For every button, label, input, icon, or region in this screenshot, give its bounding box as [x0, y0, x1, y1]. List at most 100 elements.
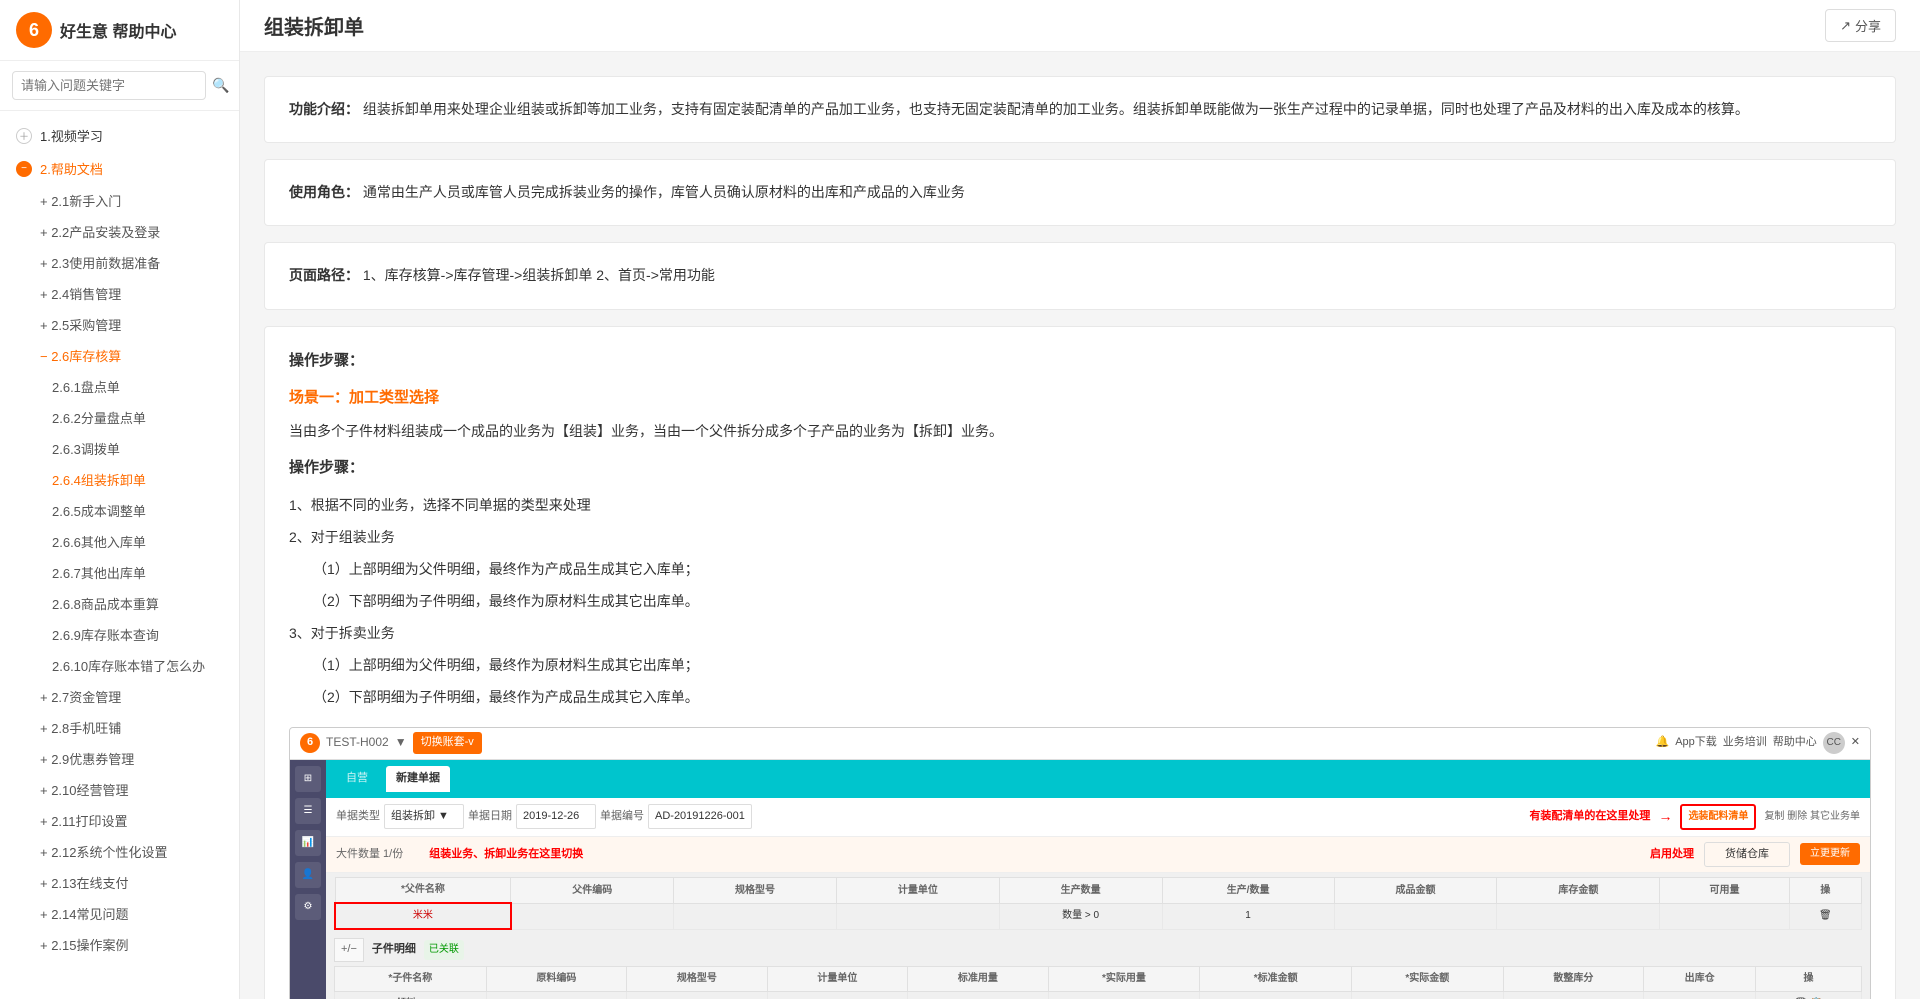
ss-training: 业务培训	[1723, 733, 1767, 753]
ss-help: 帮助中心	[1773, 733, 1817, 753]
sidebar-item-211[interactable]: + 2.11打印设置	[0, 805, 239, 836]
search-box: 🔍	[0, 61, 239, 111]
ss-cell-qty: 数量 > 0	[999, 903, 1162, 929]
ss-logo: 6	[300, 733, 320, 753]
sidebar-item-215[interactable]: + 2.15操作案例	[0, 929, 239, 960]
ss-upper-table-area: *父件名称 父件编码 规格型号 计量单位 生产数量 生产/数量 成品金额 库存金…	[326, 873, 1870, 934]
ss-icon-bell: 🔔	[1656, 733, 1670, 753]
sidebar-item-268[interactable]: 2.6.8商品成本重算	[52, 588, 239, 619]
ss-lower-header: +/− 子件明细 已关联	[334, 938, 1862, 962]
ss-confirm-btn: 立更更新	[1800, 843, 1860, 865]
ss-action-icons: 复制 删除 其它业务单	[1764, 808, 1860, 826]
ss-app-download: App下载	[1675, 733, 1717, 753]
sidebar-item-video[interactable]: ＋ 1.视频学习	[0, 119, 239, 152]
step3-2: （2）下部明细为子件明细，最终作为产成品生成其它入库单。	[289, 683, 1871, 711]
sidebar-item-24[interactable]: + 2.4销售管理	[0, 278, 239, 309]
ss-nav-home: ⊞	[295, 766, 321, 792]
sidebar-item-docs[interactable]: − 2.帮助文档	[0, 152, 239, 185]
sidebar-item-267[interactable]: 2.6.7其他出库单	[52, 557, 239, 588]
ss-cell-name: 米米	[335, 903, 511, 929]
role-card: 使用角色： 通常由生产人员或库管人员完成拆装业务的操作，库管人员确认原材料的出库…	[264, 159, 1896, 226]
sidebar-item-label: − 2.6库存核算	[40, 349, 121, 364]
intro-text: 组装拆卸单用来处理企业组装或拆卸等加工业务，支持有固定装配清单的产品加工业务，也…	[363, 101, 1749, 117]
sidebar-item-29[interactable]: + 2.9优惠券管理	[0, 743, 239, 774]
sidebar-item-214[interactable]: + 2.14常见问题	[0, 898, 239, 929]
sidebar-item-22[interactable]: + 2.2产品安装及登录	[0, 216, 239, 247]
ss-lc-4	[908, 992, 1048, 999]
path-card: 页面路径： 1、库存核算->库存管理->组装拆卸单 2、首页->常用功能	[264, 242, 1896, 309]
ss-lth-9: 出库仓	[1644, 967, 1756, 992]
ss-lth-5: *实际用量	[1048, 967, 1200, 992]
sidebar-item-213[interactable]: + 2.13在线支付	[0, 867, 239, 898]
sidebar-item-262[interactable]: 2.6.2分量盘点单	[52, 402, 239, 433]
ss-lower-row-1: 领料 1	[335, 992, 1862, 999]
ss-orange-btn: 切换账套-v	[413, 732, 482, 754]
ss-type-label: 单据类型	[336, 807, 380, 827]
main-area: 组装拆卸单 ↗ 分享 功能介绍： 组装拆卸单用来处理企业组装或拆卸等加工业务，支…	[240, 0, 1920, 999]
sidebar-item-261[interactable]: 2.6.1盘点单	[52, 371, 239, 402]
ss-main-area: 自营 新建单据 单据类型 组装拆卸 ▼ 单据日期 2019-12-26 单据编号…	[326, 760, 1870, 999]
ss-date-value: 2019-12-26	[516, 804, 596, 830]
ss-lc-3	[767, 992, 907, 999]
step1: 1、根据不同的业务，选择不同单据的类型来处理	[289, 491, 1871, 519]
ss-th-2: 规格型号	[674, 878, 837, 904]
ss-lc-op: 🗑 📋	[1755, 992, 1861, 999]
role-text: 通常由生产人员或库管人员完成拆装业务的操作，库管人员确认原材料的出库和产成品的入…	[363, 184, 965, 200]
ss-assembly-btn: 选装配料清单	[1680, 804, 1756, 830]
sidebar-item-263[interactable]: 2.6.3调拨单	[52, 433, 239, 464]
sidebar-item-2610[interactable]: 2.6.10库存账本错了怎么办	[52, 650, 239, 681]
sidebar-item-28[interactable]: + 2.8手机旺铺	[0, 712, 239, 743]
steps-card: 操作步骤： 场景一：加工类型选择 当由多个子件材料组装成一个成品的业务为【组装】…	[264, 326, 1896, 999]
sidebar-item-23[interactable]: + 2.3使用前数据准备	[0, 247, 239, 278]
steps-heading: 操作步骤：	[289, 347, 1871, 374]
ss-type-row-label: 大件数量 1/份	[336, 845, 403, 865]
sidebar-item-21[interactable]: + 2.1新手入门	[0, 185, 239, 216]
app-name: 好生意 帮助中心	[60, 18, 176, 42]
ss-lth-7: *实际金额	[1352, 967, 1504, 992]
ss-cell-spec	[674, 903, 837, 929]
ss-avatar: CC	[1823, 732, 1845, 754]
step-content: 1、根据不同的业务，选择不同单据的类型来处理 2、对于组装业务 （1）上部明细为…	[289, 491, 1871, 711]
ss-th-9: 操	[1789, 878, 1861, 904]
path-label: 页面路径：	[289, 267, 359, 283]
ss-type-row: 大件数量 1/份 组装业务、拆卸业务在这里切换 启用处理 货储仓库 立更更新	[326, 837, 1870, 874]
ss-upper-table: *父件名称 父件编码 规格型号 计量单位 生产数量 生产/数量 成品金额 库存金…	[334, 877, 1862, 930]
ss-cell-qty2: 1	[1162, 903, 1334, 929]
ss-th-6: 成品金额	[1334, 878, 1497, 904]
ss-form-header: 自营 新建单据	[326, 760, 1870, 798]
ss-form-fields: 单据类型 组装拆卸 ▼ 单据日期 2019-12-26 单据编号 AD-2019…	[326, 798, 1870, 837]
ss-cell-amount	[1334, 903, 1497, 929]
sidebar-item-label: + 2.1新手入门	[40, 194, 121, 209]
sidebar-header: 6 好生意 帮助中心	[0, 0, 239, 61]
sidebar-item-212[interactable]: + 2.12系统个性化设置	[0, 836, 239, 867]
ss-lower-table: *子件名称 原料编码 规格型号 计量单位 标准用量 *实际用量 *标准金额 *实…	[334, 966, 1862, 999]
sidebar-item-264[interactable]: 2.6.4组装拆卸单	[52, 464, 239, 495]
step3: 3、对于拆卖业务	[289, 619, 1871, 647]
sidebar-item-label: + 2.2产品安装及登录	[40, 225, 160, 240]
ss-close: ✕	[1851, 733, 1860, 753]
ss-cell-unit	[836, 903, 999, 929]
sidebar-item-269[interactable]: 2.6.9库存账本查询	[52, 619, 239, 650]
sidebar-item-25[interactable]: + 2.5采购管理	[0, 309, 239, 340]
ss-th-3: 计量单位	[836, 878, 999, 904]
sidebar-item-266[interactable]: 2.6.6其他入库单	[52, 526, 239, 557]
ss-nav-chart: 📊	[295, 830, 321, 856]
sidebar-item-265[interactable]: 2.6.5成本调整单	[52, 495, 239, 526]
ss-lc-2	[627, 992, 767, 999]
sidebar-item-210[interactable]: + 2.10经营管理	[0, 774, 239, 805]
search-input[interactable]	[12, 71, 206, 100]
expand-icon: ＋	[16, 128, 32, 144]
sidebar-item-27[interactable]: + 2.7资金管理	[0, 681, 239, 712]
search-icon[interactable]: 🔍	[212, 77, 229, 94]
ss-qiyong-field: 货储仓库	[1704, 842, 1790, 868]
ann-text-3: 启用处理	[1650, 845, 1694, 865]
ss-expand-icon: +/−	[334, 938, 364, 962]
ss-lth-6: *标准金额	[1200, 967, 1352, 992]
ss-th-7: 库存金额	[1497, 878, 1660, 904]
ss-linked-label: 已关联	[424, 940, 464, 960]
step2: 2、对于组装业务	[289, 523, 1871, 551]
sidebar-item-26[interactable]: − 2.6库存核算	[0, 340, 239, 371]
ss-lth-1: 原料编码	[486, 967, 626, 992]
share-button[interactable]: ↗ 分享	[1825, 9, 1896, 42]
ss-th-4: 生产数量	[999, 878, 1162, 904]
